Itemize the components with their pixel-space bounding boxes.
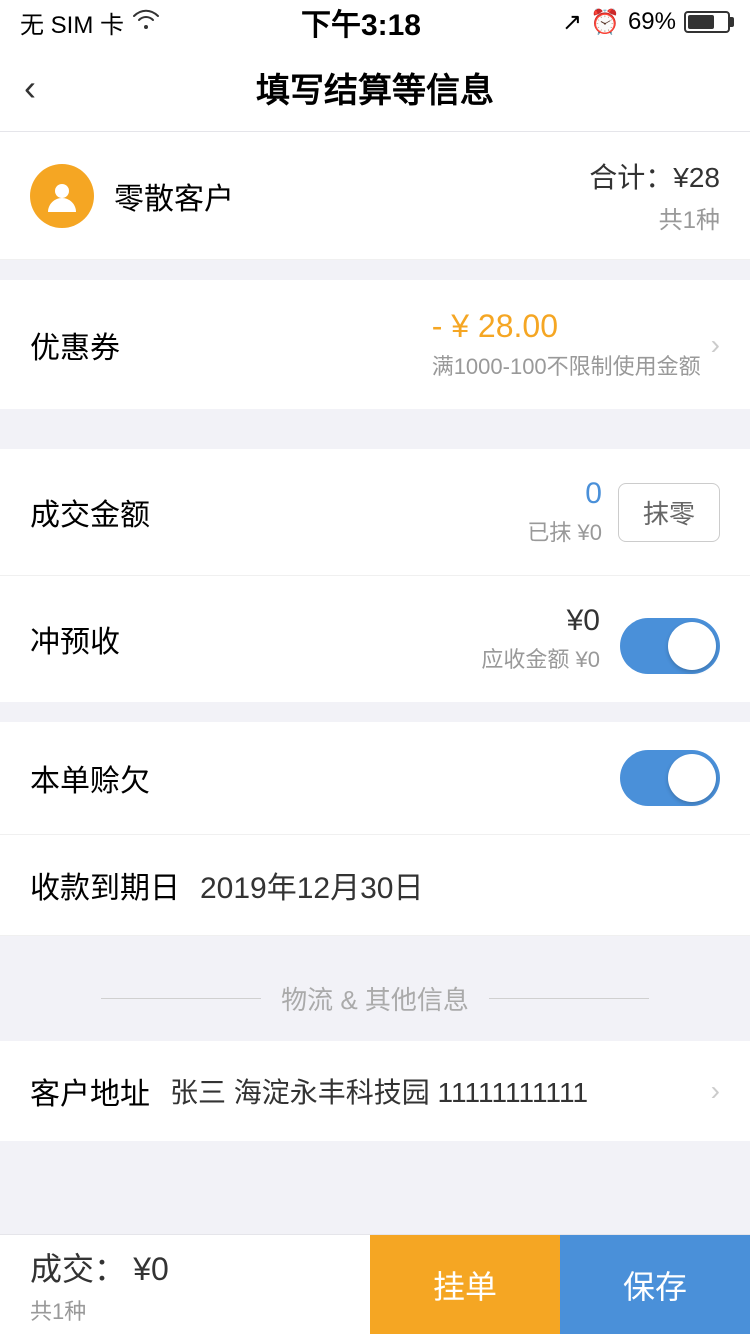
no-sim-label: 无 SIM 卡 (20, 5, 124, 40)
coupon-value: - ¥ 28.00 (432, 308, 701, 345)
alarm-icon: ⏰ (590, 8, 620, 37)
prepay-row: 冲预收 ¥0 应收金额 ¥0 (0, 576, 750, 702)
customer-card: 零散客户 合计：¥28 共1种 (0, 132, 750, 260)
logistics-header: 物流 & 其他信息 (0, 956, 750, 1041)
status-right: ↗ ⏰ 69% (562, 8, 730, 37)
due-date-label: 收款到期日 (30, 863, 180, 907)
bottom-deal-label: 成交： ¥0 (30, 1244, 340, 1290)
bottom-count: 共1种 (30, 1294, 340, 1326)
status-time: 下午3:18 (301, 0, 421, 44)
save-button[interactable]: 保存 (560, 1235, 750, 1334)
nav-bar: ‹ 填写结算等信息 (0, 44, 750, 132)
logistics-title: 物流 & 其他信息 (30, 980, 720, 1017)
section-divider-1 (0, 429, 750, 449)
page-title: 填写结算等信息 (256, 63, 494, 112)
bottom-bar: 成交： ¥0 共1种 挂单 保存 (0, 1234, 750, 1334)
location-icon: ↗ (562, 8, 582, 37)
prepay-label: 冲预收 (30, 617, 120, 661)
deal-amount-sub: 已抹 ¥0 (527, 515, 602, 547)
customer-row: 零散客户 合计：¥28 共1种 (0, 132, 750, 260)
debt-toggle-knob (668, 754, 716, 802)
status-bar: 无 SIM 卡 下午3:18 ↗ ⏰ 69% (0, 0, 750, 44)
debt-toggle[interactable] (620, 750, 720, 806)
deal-amount-value: 0 (527, 477, 602, 511)
toggle-knob (668, 622, 716, 670)
wifi-icon (132, 8, 160, 36)
customer-avatar (30, 164, 94, 228)
debt-row: 本单赊欠 (0, 722, 750, 834)
prepay-amount: ¥0 (481, 604, 600, 638)
form-section-1: 成交金额 0 已抹 ¥0 抹零 冲预收 ¥0 应收金额 ¥0 (0, 449, 750, 702)
address-value: 张三 海淀永丰科技园 11111111111 (170, 1071, 711, 1111)
debt-label: 本单赊欠 (30, 756, 150, 800)
status-left: 无 SIM 卡 (20, 5, 160, 40)
back-button[interactable]: ‹ (24, 67, 36, 109)
coupon-label: 优惠券 (30, 323, 120, 367)
bottom-info: 成交： ¥0 共1种 (0, 1235, 370, 1334)
customer-name: 零散客户 (114, 174, 234, 218)
customer-total: 合计：¥28 (589, 156, 720, 196)
main-content: 零散客户 合计：¥28 共1种 优惠券 - ¥ 28.00 满1000-100不… (0, 132, 750, 1261)
deal-amount-row: 成交金额 0 已抹 ¥0 抹零 (0, 449, 750, 576)
pending-button[interactable]: 挂单 (370, 1235, 560, 1334)
section-divider-2 (0, 702, 750, 722)
coupon-row[interactable]: 优惠券 - ¥ 28.00 满1000-100不限制使用金额 › (0, 280, 750, 409)
bottom-deal-value: ¥0 (133, 1251, 169, 1287)
address-label: 客户地址 (30, 1069, 150, 1113)
coupon-chevron-icon: › (711, 329, 720, 361)
address-chevron-icon: › (711, 1075, 720, 1107)
due-date-value: 2019年12月30日 (200, 863, 423, 907)
section-divider-3 (0, 936, 750, 956)
battery-percent: 69% (628, 8, 676, 36)
coupon-desc: 满1000-100不限制使用金额 (432, 349, 701, 381)
coupon-card[interactable]: 优惠券 - ¥ 28.00 满1000-100不限制使用金额 › (0, 280, 750, 409)
address-row[interactable]: 客户地址 张三 海淀永丰科技园 11111111111 › (0, 1041, 750, 1141)
due-date-row: 收款到期日 2019年12月30日 (0, 834, 750, 936)
deal-amount-label: 成交金额 (30, 490, 150, 534)
prepay-sub: 应收金额 ¥0 (481, 642, 600, 674)
round-zero-button[interactable]: 抹零 (618, 483, 720, 542)
customer-count: 共1种 (589, 200, 720, 235)
battery-icon (684, 11, 730, 33)
prepay-toggle[interactable] (620, 618, 720, 674)
